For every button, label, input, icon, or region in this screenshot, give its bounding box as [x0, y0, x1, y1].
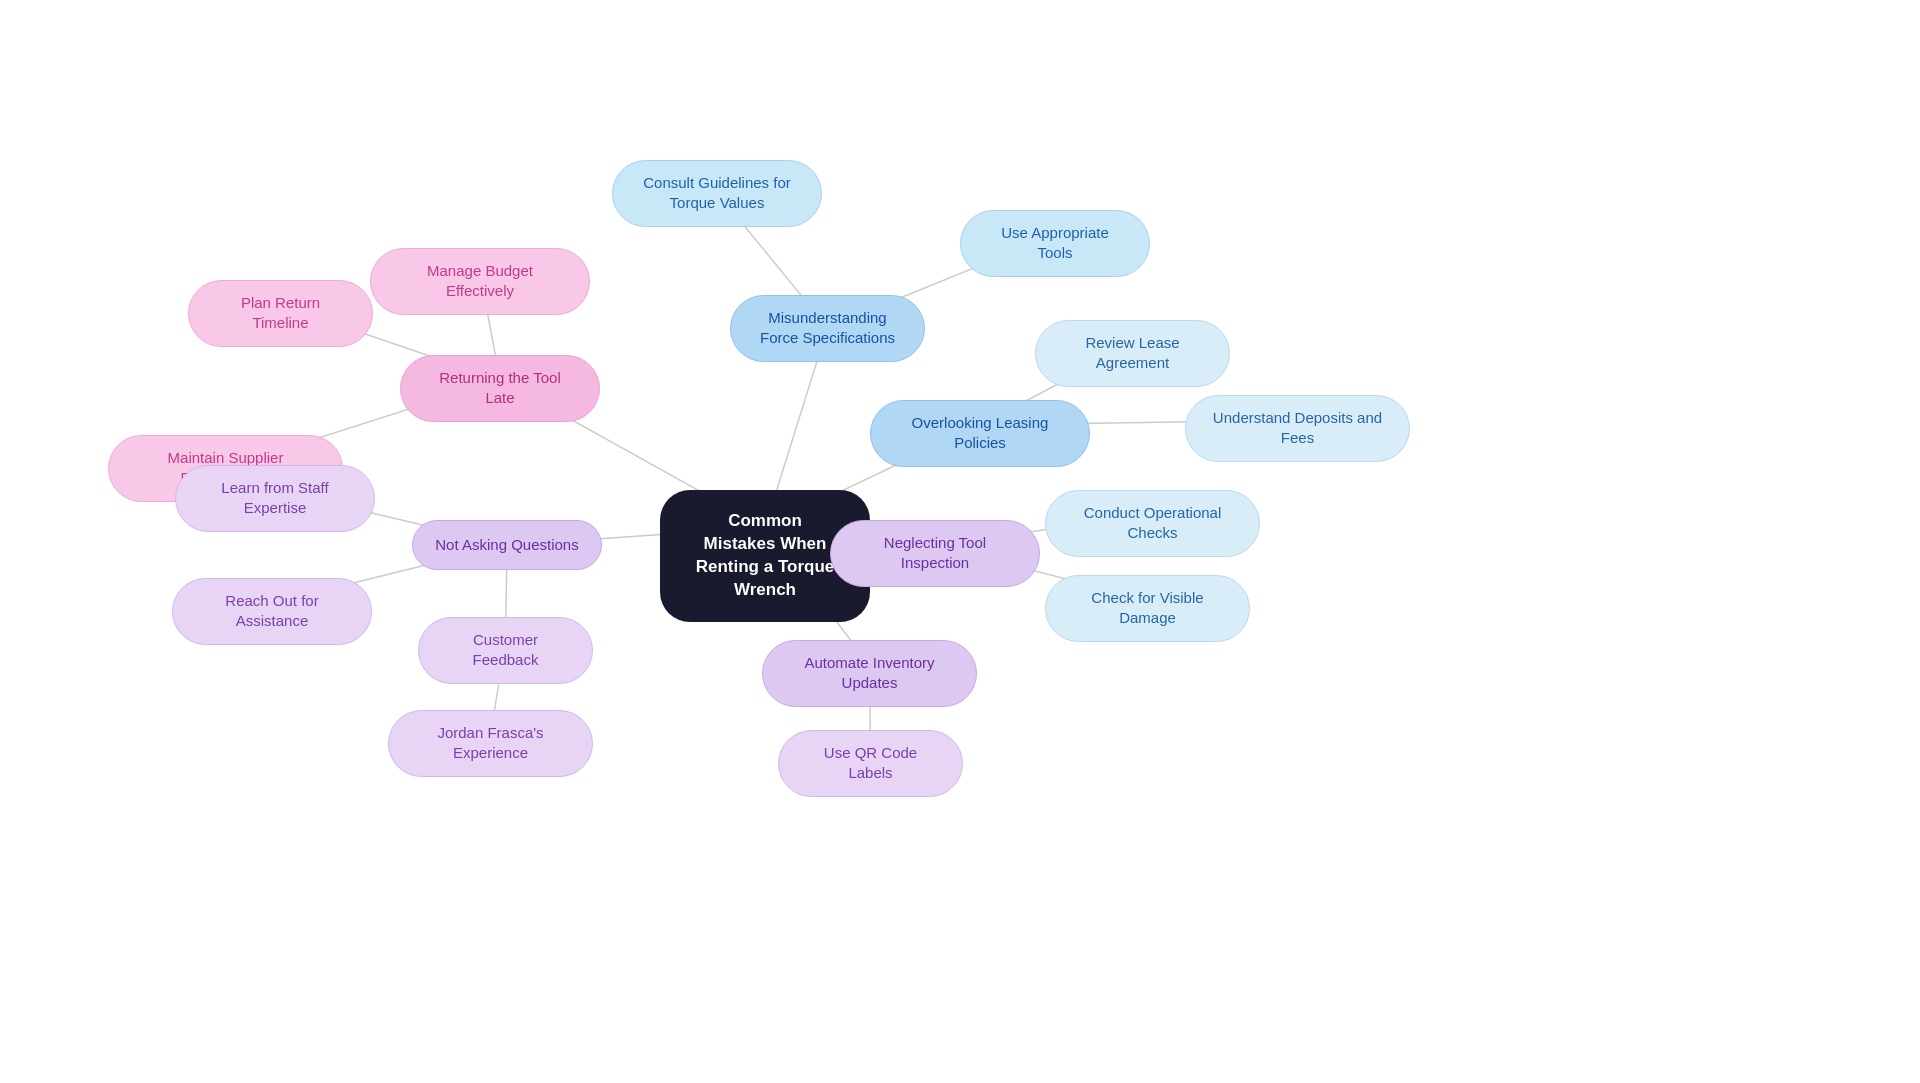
node-use-appropriate: Use Appropriate Tools: [960, 210, 1150, 277]
node-not-asking: Not Asking Questions: [412, 520, 602, 570]
node-neglecting: Neglecting Tool Inspection: [830, 520, 1040, 587]
node-plan-return: Plan Return Timeline: [188, 280, 373, 347]
node-jordan: Jordan Frasca's Experience: [388, 710, 593, 777]
node-returning: Returning the Tool Late: [400, 355, 600, 422]
node-manage-budget: Manage Budget Effectively: [370, 248, 590, 315]
node-understand-deposits: Understand Deposits and Fees: [1185, 395, 1410, 462]
node-qr-code: Use QR Code Labels: [778, 730, 963, 797]
node-review-lease: Review Lease Agreement: [1035, 320, 1230, 387]
node-check-damage: Check for Visible Damage: [1045, 575, 1250, 642]
node-misunderstanding: Misunderstanding Force Specifications: [730, 295, 925, 362]
node-learn-staff: Learn from Staff Expertise: [175, 465, 375, 532]
node-reach-out: Reach Out for Assistance: [172, 578, 372, 645]
node-automate: Automate Inventory Updates: [762, 640, 977, 707]
node-conduct-checks: Conduct Operational Checks: [1045, 490, 1260, 557]
node-customer-feedback: Customer Feedback: [418, 617, 593, 684]
node-overlooking: Overlooking Leasing Policies: [870, 400, 1090, 467]
node-consult-guidelines: Consult Guidelines for Torque Values: [612, 160, 822, 227]
